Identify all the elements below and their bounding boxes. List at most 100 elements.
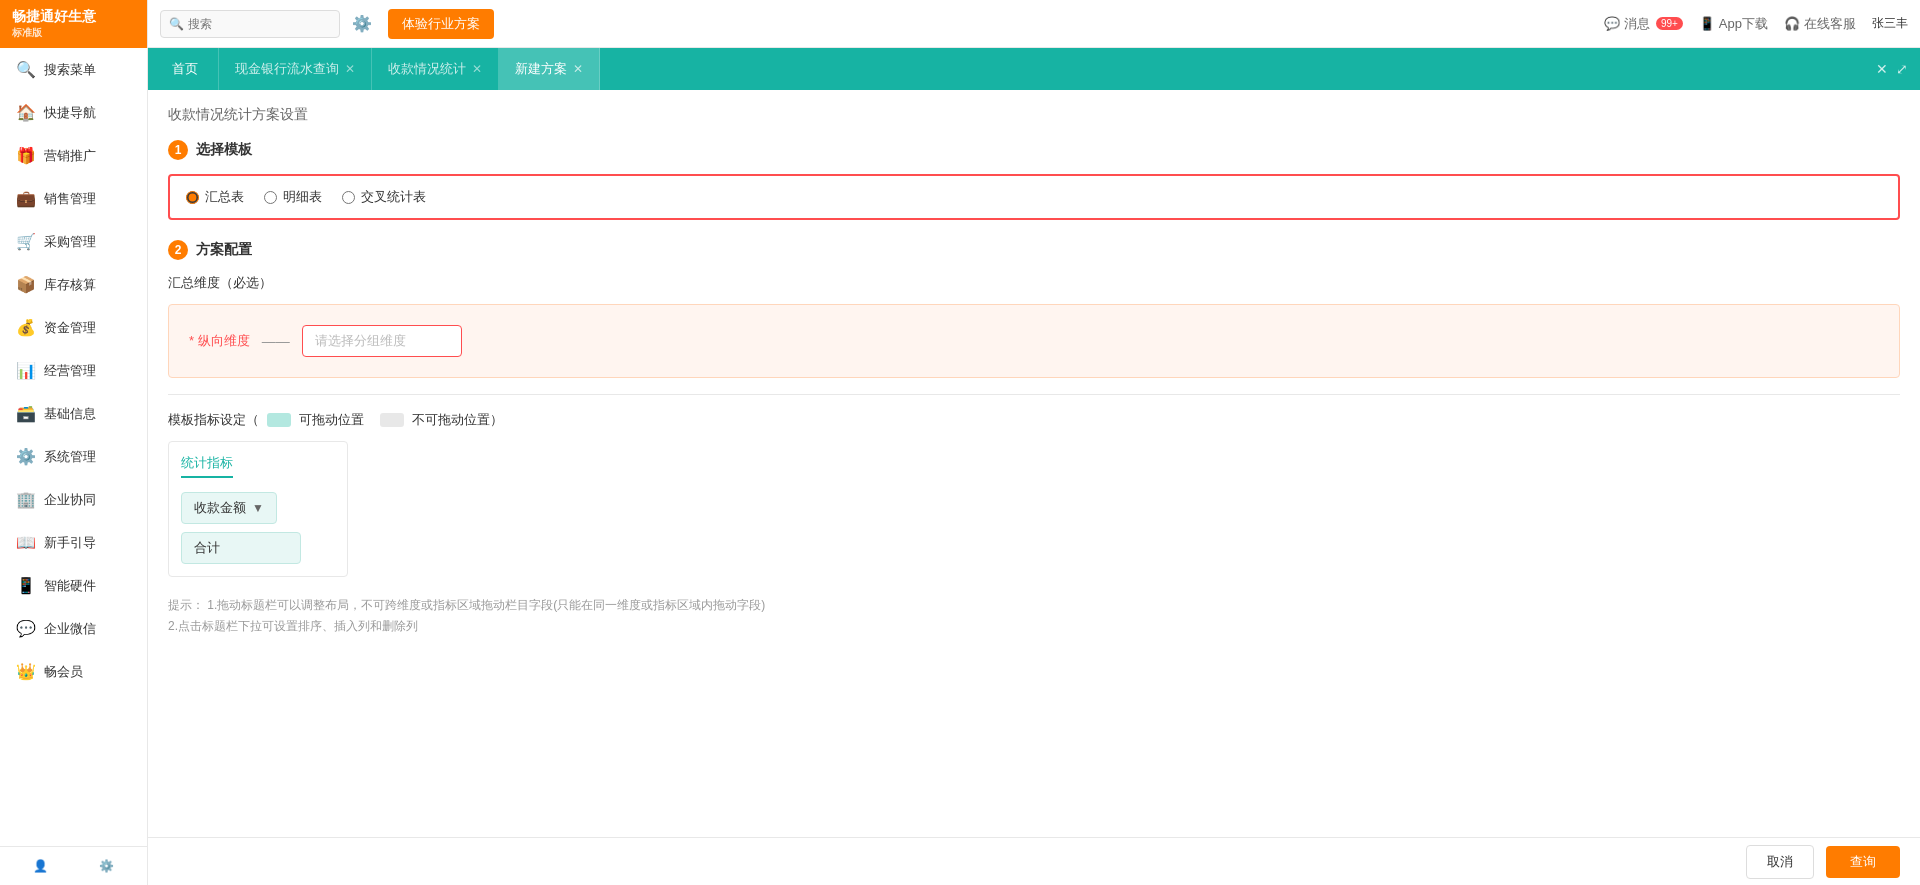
tab-home[interactable]: 首页 xyxy=(152,48,219,90)
money-icon: 💰 xyxy=(16,318,36,337)
sidebar-label-corp: 企业协同 xyxy=(44,491,96,509)
message-badge: 99+ xyxy=(1656,17,1683,30)
dim-arrow: —— xyxy=(262,333,290,349)
sidebar-label-system: 系统管理 xyxy=(44,448,96,466)
box-icon: 📦 xyxy=(16,275,36,294)
sidebar-label-basic: 基础信息 xyxy=(44,405,96,423)
radio-cross[interactable]: 交叉统计表 xyxy=(342,188,426,206)
nav-tabs-actions: ✕ ⤢ xyxy=(1876,61,1916,77)
building-icon: 🏢 xyxy=(16,490,36,509)
tip-line-1: 提示： 1.拖动标题栏可以调整布局，不可跨维度或指标区域拖动栏目字段(只能在同一… xyxy=(168,597,1900,614)
sidebar-item-corp[interactable]: 🏢 企业协同 xyxy=(0,478,147,521)
nav-tabs: 首页 现金银行流水查询 ✕ 收款情况统计 ✕ 新建方案 ✕ ✕ ⤢ xyxy=(148,48,1920,90)
sidebar-label-operation: 经营管理 xyxy=(44,362,96,380)
section1-title: 选择模板 xyxy=(196,141,252,159)
chat-icon: 💬 xyxy=(16,619,36,638)
dim-placeholder: 请选择分组维度 xyxy=(315,333,406,348)
sidebar-item-guide[interactable]: 📖 新手引导 xyxy=(0,521,147,564)
book-icon: 📖 xyxy=(16,533,36,552)
tab-new-label: 新建方案 xyxy=(515,60,567,78)
crown-icon: 👑 xyxy=(16,662,36,681)
radio-detail[interactable]: 明细表 xyxy=(264,188,322,206)
gear-icon: ⚙️ xyxy=(16,447,36,466)
stats-total: 合计 xyxy=(181,532,301,564)
sidebar-label-purchase: 采购管理 xyxy=(44,233,96,251)
sidebar-item-weixin[interactable]: 💬 企业微信 xyxy=(0,607,147,650)
sidebar-footer-right[interactable]: ⚙️ xyxy=(78,859,136,873)
sidebar-item-hardware[interactable]: 📱 智能硬件 xyxy=(0,564,147,607)
dim-required-label: 汇总维度（必选） xyxy=(168,274,1900,292)
radio-cross-label: 交叉统计表 xyxy=(361,188,426,206)
tab-receipt-label: 收款情况统计 xyxy=(388,60,466,78)
sidebar-item-member[interactable]: 👑 畅会员 xyxy=(0,650,147,693)
chevron-down-icon: ▼ xyxy=(252,501,264,515)
search-input[interactable] xyxy=(188,17,308,31)
sidebar-item-finance[interactable]: 💰 资金管理 xyxy=(0,306,147,349)
radio-detail-input[interactable] xyxy=(264,191,277,204)
db-icon: 🗃️ xyxy=(16,404,36,423)
sidebar-item-operation[interactable]: 📊 经营管理 xyxy=(0,349,147,392)
maximize-icon[interactable]: ⤢ xyxy=(1896,61,1908,77)
sidebar-label-member: 畅会员 xyxy=(44,663,83,681)
sidebar-label-finance: 资金管理 xyxy=(44,319,96,337)
main: 🔍 ⚙️ 体验行业方案 💬 消息 99+ 📱 App下载 🎧 在线客服 张三丰 … xyxy=(148,0,1920,885)
sidebar-label-marketing: 营销推广 xyxy=(44,147,96,165)
sidebar-item-nav[interactable]: 🏠 快捷导航 xyxy=(0,91,147,134)
gift-icon: 🎁 xyxy=(16,146,36,165)
sidebar-item-search[interactable]: 🔍 搜索菜单 xyxy=(0,48,147,91)
sales-icon: 💼 xyxy=(16,189,36,208)
tab-cashflow-close[interactable]: ✕ xyxy=(345,62,355,76)
message-btn[interactable]: 💬 消息 99+ xyxy=(1604,15,1683,33)
stats-item-receipt[interactable]: 收款金额 ▼ xyxy=(181,492,277,524)
content-inner: 收款情况统计方案设置 1 选择模板 汇总表 明细表 xyxy=(148,90,1920,837)
sidebar-item-system[interactable]: ⚙️ 系统管理 xyxy=(0,435,147,478)
metrics-table: 统计指标 收款金额 ▼ 合计 xyxy=(168,441,348,577)
sidebar-logo: 畅捷通好生意 标准版 xyxy=(0,0,147,48)
tab-cashflow-label: 现金银行流水查询 xyxy=(235,60,339,78)
stats-title: 统计指标 xyxy=(181,454,233,478)
cancel-button[interactable]: 取消 xyxy=(1746,845,1814,879)
query-button[interactable]: 查询 xyxy=(1826,846,1900,878)
tab-receipt[interactable]: 收款情况统计 ✕ xyxy=(372,48,499,90)
tab-home-label: 首页 xyxy=(172,60,198,78)
close-window-icon[interactable]: ✕ xyxy=(1876,61,1888,77)
radio-summary[interactable]: 汇总表 xyxy=(186,188,244,206)
logo-name: 畅捷通好生意 xyxy=(12,8,96,26)
search-icon-top: 🔍 xyxy=(169,17,184,31)
search-box[interactable]: 🔍 xyxy=(160,10,340,38)
tab-new-close[interactable]: ✕ xyxy=(573,62,583,76)
radio-cross-input[interactable] xyxy=(342,191,355,204)
online-service-btn[interactable]: 🎧 在线客服 xyxy=(1784,15,1856,33)
template-radio-group: 汇总表 明细表 交叉统计表 xyxy=(186,188,426,206)
sidebar-item-marketing[interactable]: 🎁 营销推广 xyxy=(0,134,147,177)
sidebar-item-purchase[interactable]: 🛒 采购管理 xyxy=(0,220,147,263)
dim-config-area: * 纵向维度 —— 请选择分组维度 xyxy=(168,304,1900,378)
industry-btn[interactable]: 体验行业方案 xyxy=(388,9,494,39)
sidebar-label-hardware: 智能硬件 xyxy=(44,577,96,595)
section2-header: 2 方案配置 xyxy=(168,240,1900,260)
sidebar-item-basic[interactable]: 🗃️ 基础信息 xyxy=(0,392,147,435)
chart-icon: 📊 xyxy=(16,361,36,380)
section-config: 2 方案配置 汇总维度（必选） * 纵向维度 —— 请选择分组维度 xyxy=(168,240,1900,635)
sidebar-item-inventory[interactable]: 📦 库存核算 xyxy=(0,263,147,306)
sidebar-item-sales[interactable]: 💼 销售管理 xyxy=(0,177,147,220)
radio-summary-input[interactable] xyxy=(186,191,199,204)
settings-icon[interactable]: ⚙️ xyxy=(352,14,372,33)
app-download-btn[interactable]: 📱 App下载 xyxy=(1699,15,1768,33)
stats-item-label: 收款金额 xyxy=(194,499,246,517)
sidebar-footer-left[interactable]: 👤 xyxy=(12,859,70,873)
tab-new[interactable]: 新建方案 ✕ xyxy=(499,48,600,90)
dim-select[interactable]: 请选择分组维度 xyxy=(302,325,462,357)
cart-icon: 🛒 xyxy=(16,232,36,251)
tab-receipt-close[interactable]: ✕ xyxy=(472,62,482,76)
sidebar: 畅捷通好生意 标准版 🔍 搜索菜单 🏠 快捷导航 🎁 营销推广 💼 销售管理 🛒… xyxy=(0,0,148,885)
message-icon: 💬 xyxy=(1604,16,1620,31)
section2-num: 2 xyxy=(168,240,188,260)
metrics-drag-label: 可拖动位置 xyxy=(299,411,364,429)
message-label: 消息 xyxy=(1624,15,1650,33)
dim-row-label: * 纵向维度 xyxy=(189,332,250,350)
sidebar-label-sales: 销售管理 xyxy=(44,190,96,208)
tab-cashflow[interactable]: 现金银行流水查询 ✕ xyxy=(219,48,372,90)
section-template: 1 选择模板 汇总表 明细表 xyxy=(168,140,1900,220)
metrics-label-text: 模板指标设定（ xyxy=(168,411,259,429)
